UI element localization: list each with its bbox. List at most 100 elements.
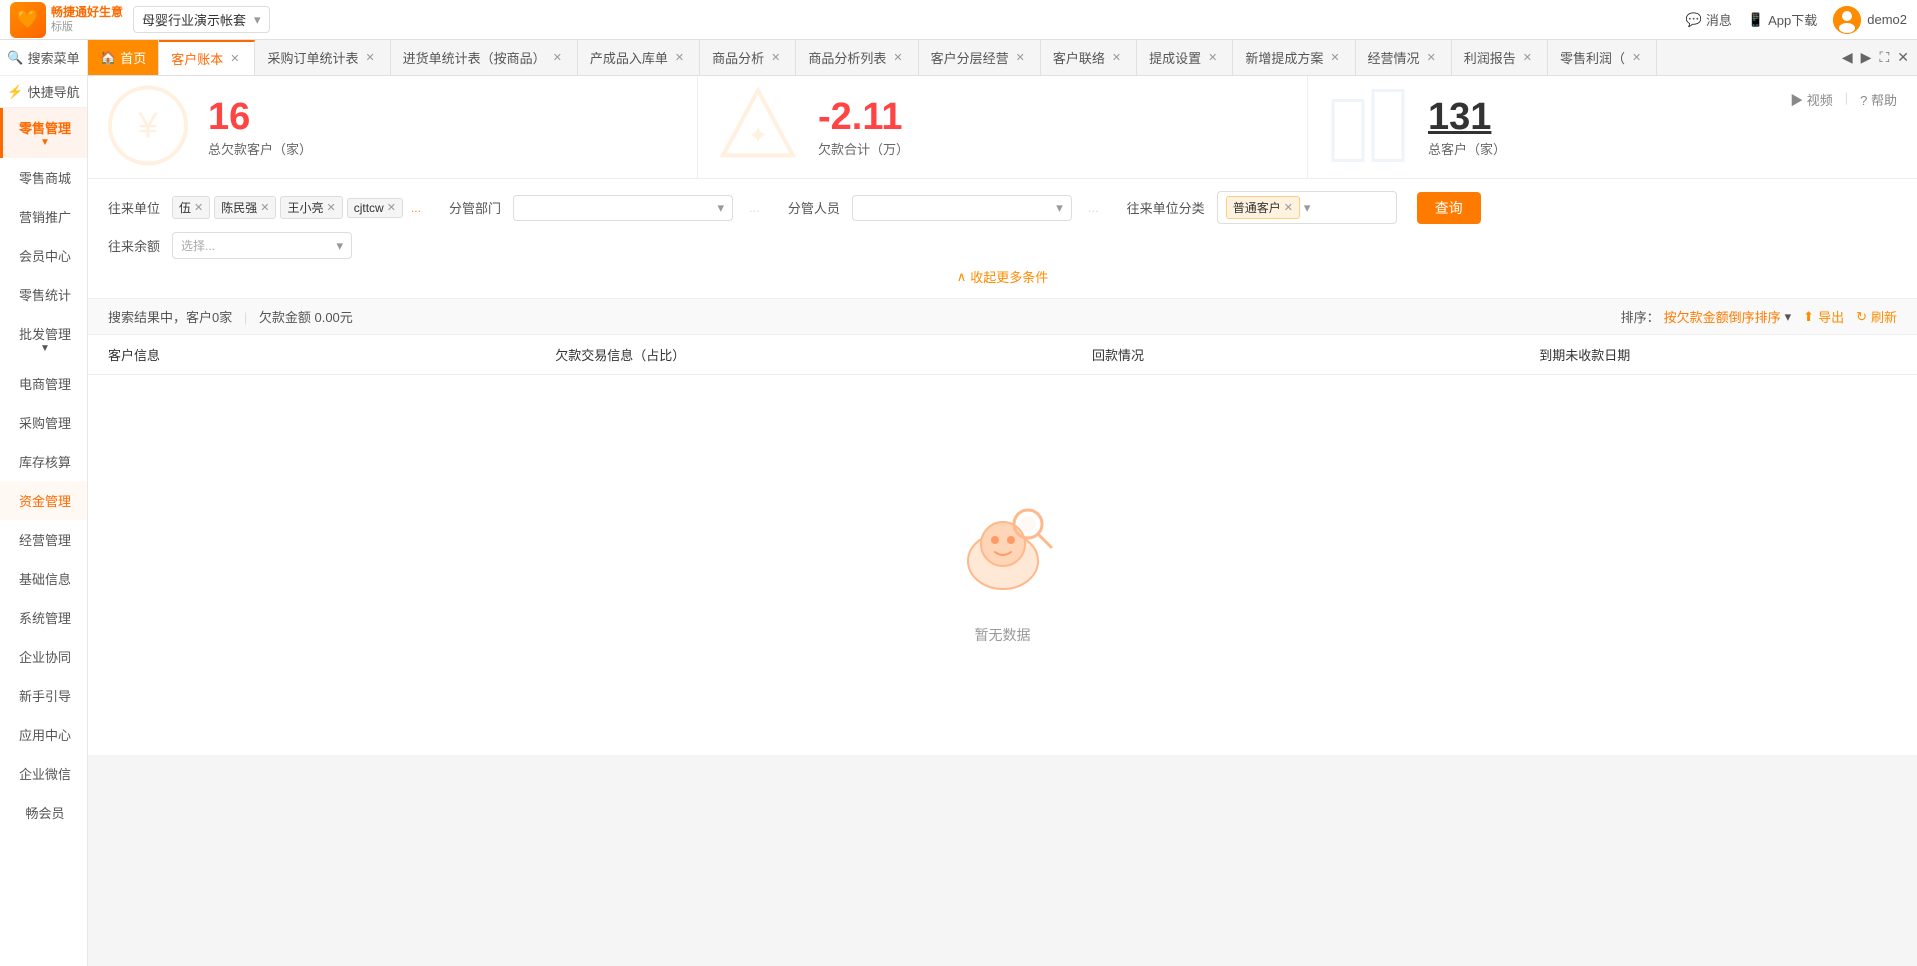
sidebar-item-basic-info[interactable]: 基础信息 bbox=[0, 559, 87, 598]
user-menu[interactable]: demo2 bbox=[1833, 6, 1907, 34]
unit-filter-label: 往来单位 bbox=[108, 198, 160, 217]
logo-text: 畅捷通好生意 标版 bbox=[51, 5, 123, 35]
help-btn[interactable]: ? 帮助 bbox=[1860, 90, 1897, 109]
refresh-icon: ↻ bbox=[1856, 309, 1867, 325]
tab-product-analysis-list[interactable]: 商品分析列表 ✕ bbox=[796, 40, 918, 76]
tab-close-inbound-stats[interactable]: ✕ bbox=[550, 50, 565, 65]
sidebar-item-member[interactable]: 会员中心 bbox=[0, 236, 87, 275]
sidebar-item-retail-mall[interactable]: 零售商城 bbox=[0, 158, 87, 197]
sidebar-item-marketing[interactable]: 营销推广 bbox=[0, 197, 87, 236]
sidebar-item-member-vip[interactable]: 畅会员 bbox=[0, 793, 87, 832]
tab-purchase-order[interactable]: 采购订单统计表 ✕ bbox=[255, 40, 390, 76]
person-dropdown-arrow: ▾ bbox=[1056, 200, 1063, 216]
sidebar-item-operation-mgmt[interactable]: 经营管理 bbox=[0, 520, 87, 559]
tab-maximize[interactable]: ⛶ bbox=[1879, 49, 1889, 66]
tab-close-reminder-settings[interactable]: ✕ bbox=[1205, 50, 1220, 65]
sidebar-item-sys-mgmt[interactable]: 系统管理 bbox=[0, 598, 87, 637]
chevron-icon: ▼ bbox=[40, 137, 50, 148]
remove-tag-chen[interactable]: ✕ bbox=[260, 201, 269, 214]
tab-close-product-analysis[interactable]: ✕ bbox=[768, 50, 783, 65]
sidebar-item-new-guide[interactable]: 新手引导 bbox=[0, 676, 87, 715]
balance-dropdown[interactable]: 选择... ▾ bbox=[172, 232, 352, 259]
tab-close-new-incentive[interactable]: ✕ bbox=[1327, 50, 1342, 65]
unit-class-dropdown[interactable]: 普通客户 ✕ ▾ bbox=[1217, 191, 1397, 224]
quick-nav[interactable]: ⚡ 快捷导航 bbox=[0, 76, 87, 108]
app-download-btn[interactable]: 📱 App下载 bbox=[1748, 10, 1817, 29]
sidebar-item-ecom-mgmt[interactable]: 电商管理 bbox=[0, 364, 87, 403]
top-right-actions: 💬 消息 📱 App下载 demo2 bbox=[1686, 6, 1907, 34]
logo-icon: 🧡 bbox=[10, 2, 46, 38]
remove-tag-wang[interactable]: ✕ bbox=[327, 201, 336, 214]
tab-reminder-settings[interactable]: 提成设置 ✕ bbox=[1137, 40, 1233, 76]
stat-customers-value: 131 bbox=[1428, 96, 1506, 139]
svg-text:¥: ¥ bbox=[137, 105, 159, 146]
stat-debt-amount: ✦ -2.11 欠款合计（万） bbox=[698, 76, 1308, 178]
tab-customer-book[interactable]: 客户账本 ✕ bbox=[159, 40, 255, 76]
sidebar-search[interactable]: 🔍 搜索菜单 bbox=[0, 40, 87, 76]
tab-close-operation-report[interactable]: ✕ bbox=[1424, 50, 1439, 65]
chevron-down-icon: ▾ bbox=[254, 12, 261, 28]
person-dropdown[interactable]: ▾ bbox=[852, 195, 1072, 221]
tab-close-customer-contact[interactable]: ✕ bbox=[1109, 50, 1124, 65]
query-button[interactable]: 查询 bbox=[1417, 192, 1481, 224]
sidebar-item-inventory[interactable]: 库存核算 bbox=[0, 442, 87, 481]
sort-selector[interactable]: 排序： 按欠款金额倒序排序 ▾ bbox=[1621, 307, 1792, 326]
empty-illustration bbox=[943, 486, 1063, 609]
tab-retail-profit[interactable]: 零售利润（ ✕ bbox=[1548, 40, 1657, 76]
tab-close-purchase-order[interactable]: ✕ bbox=[362, 50, 377, 65]
tab-scroll-right[interactable]: ▶ bbox=[1861, 49, 1872, 66]
stat-debt-label: 欠款合计（万） bbox=[818, 139, 909, 158]
main-layout: 🔍 搜索菜单 ⚡ 快捷导航 零售管理 ▼ 零售商城 营销推广 会员中心 零售统计… bbox=[0, 40, 1917, 966]
dept-dropdown[interactable]: ▾ bbox=[513, 195, 733, 221]
sidebar-item-wholesale-mgmt[interactable]: 批发管理 ▼ bbox=[0, 314, 87, 364]
tab-operation-report[interactable]: 经营情况 ✕ bbox=[1356, 40, 1452, 76]
tab-close-customer-book[interactable]: ✕ bbox=[227, 51, 242, 66]
lightning-icon: ⚡ bbox=[7, 84, 23, 100]
tab-home[interactable]: 🏠 首页 bbox=[88, 40, 159, 76]
tab-close-product-analysis-list[interactable]: ✕ bbox=[890, 50, 905, 65]
chevron-down-icon: ▼ bbox=[40, 343, 50, 354]
collapse-filters-btn[interactable]: ∧ 收起更多条件 bbox=[957, 267, 1049, 286]
sidebar-item-finance-mgmt[interactable]: 资金管理 bbox=[0, 481, 87, 520]
refresh-btn[interactable]: ↻ 刷新 bbox=[1856, 307, 1897, 326]
tab-close-customer-segment[interactable]: ✕ bbox=[1013, 50, 1028, 65]
sidebar-item-app-center[interactable]: 应用中心 bbox=[0, 715, 87, 754]
username-label: demo2 bbox=[1867, 12, 1907, 27]
tab-product-analysis[interactable]: 商品分析 ✕ bbox=[700, 40, 796, 76]
tab-profit-report[interactable]: 利润报告 ✕ bbox=[1452, 40, 1548, 76]
stats-row: ¥ 16 总欠款客户（家） ✦ -2.11 欠款合计（万） bbox=[88, 76, 1917, 179]
tab-cost-inbound[interactable]: 产成品入库单 ✕ bbox=[578, 40, 700, 76]
sidebar-item-enterprise-collab[interactable]: 企业协同 bbox=[0, 637, 87, 676]
sidebar-item-retail-mgmt[interactable]: 零售管理 ▼ bbox=[0, 108, 87, 158]
tab-close-retail-profit[interactable]: ✕ bbox=[1629, 50, 1644, 65]
sidebar-item-retail-stats[interactable]: 零售统计 bbox=[0, 275, 87, 314]
search-icon: 🔍 bbox=[7, 50, 23, 66]
sidebar-item-enterprise-wechat[interactable]: 企业微信 bbox=[0, 754, 87, 793]
phone-icon: 📱 bbox=[1748, 12, 1764, 28]
tab-customer-segment[interactable]: 客户分层经营 ✕ bbox=[919, 40, 1041, 76]
export-btn[interactable]: ⬆ 导出 bbox=[1803, 307, 1844, 326]
page-content: ¥ 16 总欠款客户（家） ✦ -2.11 欠款合计（万） bbox=[88, 76, 1917, 966]
tab-close-all[interactable]: ✕ bbox=[1897, 49, 1909, 66]
message-icon: 💬 bbox=[1686, 12, 1702, 28]
remove-unit-class[interactable]: ✕ bbox=[1284, 201, 1293, 214]
sidebar-item-purchase-mgmt[interactable]: 采购管理 bbox=[0, 403, 87, 442]
message-btn[interactable]: 💬 消息 bbox=[1686, 10, 1732, 29]
tab-scroll-left[interactable]: ◀ bbox=[1842, 49, 1853, 66]
dept-filter-label: 分管部门 bbox=[449, 198, 501, 217]
balance-filter-label: 往来余额 bbox=[108, 236, 160, 255]
remove-tag-wu[interactable]: ✕ bbox=[194, 201, 203, 214]
tab-customer-contact[interactable]: 客户联络 ✕ bbox=[1041, 40, 1137, 76]
filter-row-1: 往来单位 伍 ✕ 陈民强 ✕ 王小亮 ✕ bbox=[108, 191, 1897, 224]
table-header: 客户信息 欠款交易信息（占比） 回款情况 到期未收款日期 bbox=[88, 335, 1917, 375]
remove-tag-cjttcw[interactable]: ✕ bbox=[387, 201, 396, 214]
stat-total-debtors: ¥ 16 总欠款客户（家） bbox=[88, 76, 698, 178]
tab-new-incentive[interactable]: 新增提成方案 ✕ bbox=[1233, 40, 1355, 76]
tenant-selector[interactable]: 母婴行业演示帐套 ▾ bbox=[133, 6, 270, 33]
tab-close-profit-report[interactable]: ✕ bbox=[1520, 50, 1535, 65]
filter-more-btn[interactable]: ... bbox=[407, 199, 425, 217]
video-help-btn[interactable]: ▶ 视频 bbox=[1790, 90, 1833, 109]
col-header-repay: 回款情况 bbox=[1092, 345, 1539, 364]
tab-inbound-stats[interactable]: 进货单统计表（按商品） ✕ bbox=[391, 40, 578, 76]
tab-close-cost-inbound[interactable]: ✕ bbox=[672, 50, 687, 65]
